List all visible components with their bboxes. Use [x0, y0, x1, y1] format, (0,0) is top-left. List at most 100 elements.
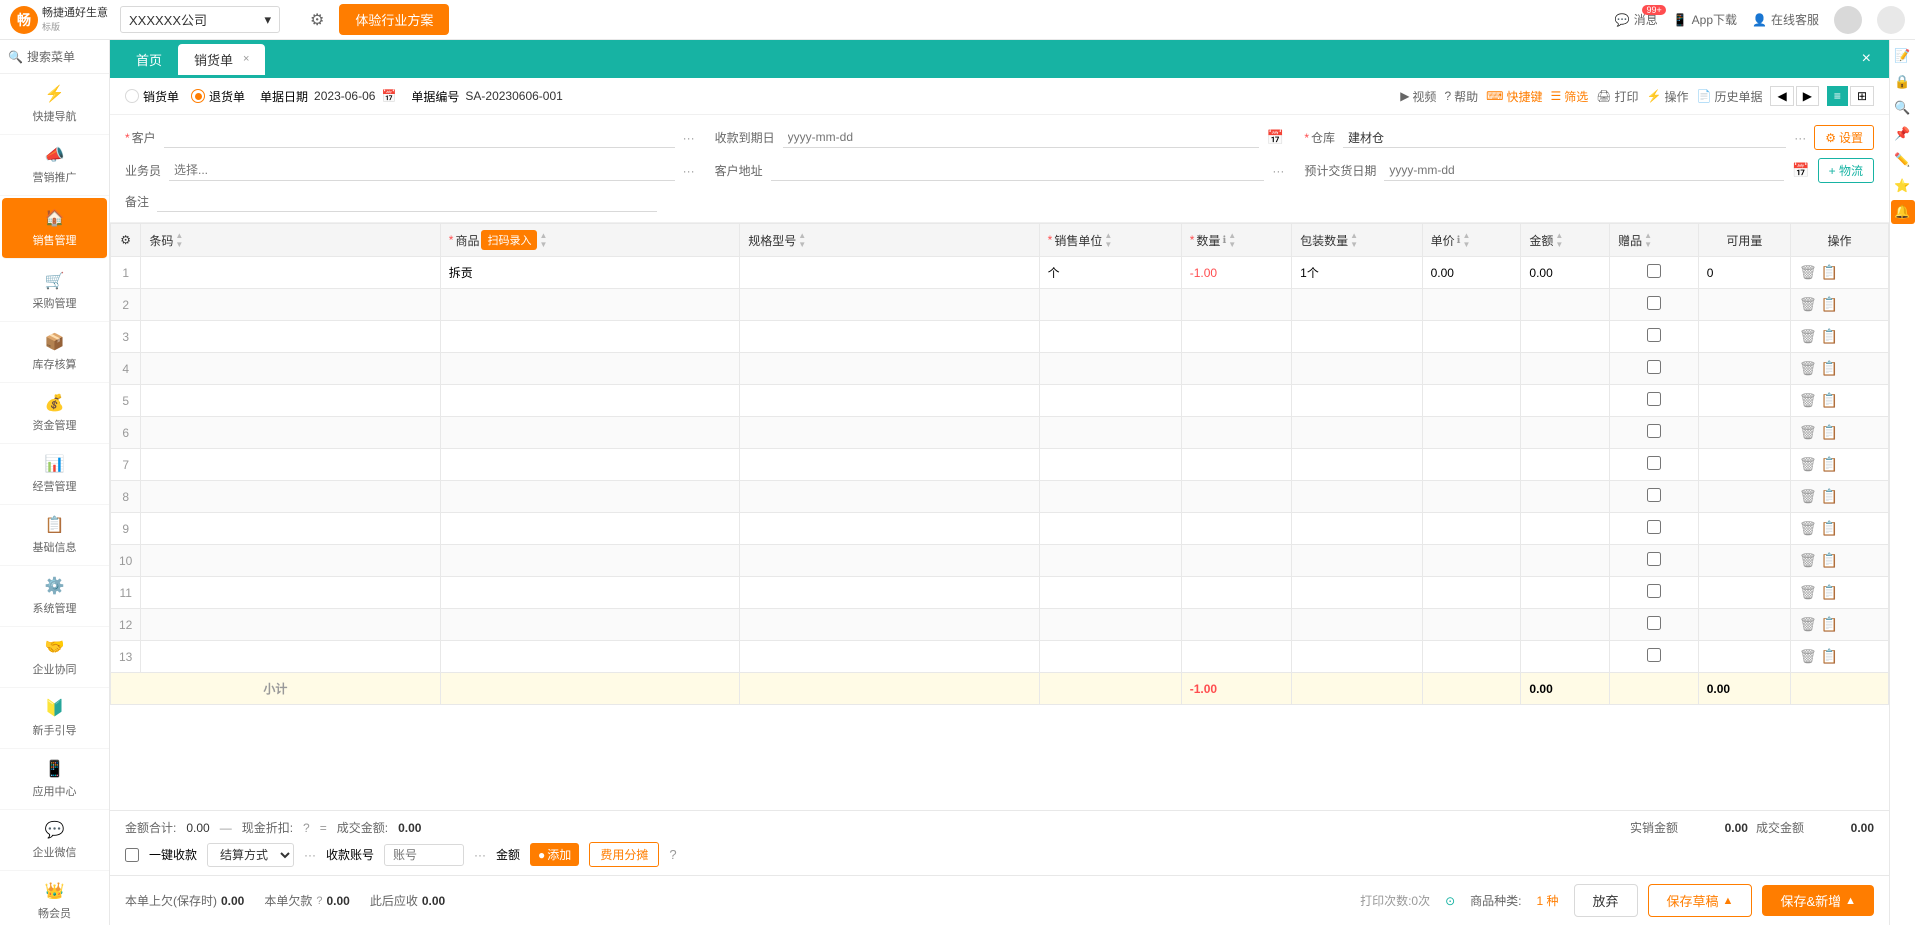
row-gift-8[interactable]	[1610, 481, 1699, 513]
row-price-7[interactable]	[1422, 449, 1521, 481]
product-input-4[interactable]	[449, 362, 731, 376]
messages-button[interactable]: 💬 消息 99+	[1615, 11, 1658, 28]
row-amount-2[interactable]	[1521, 289, 1610, 321]
sidebar-search[interactable]: 🔍 搜索菜单	[0, 40, 109, 74]
row-qty-9[interactable]	[1181, 513, 1291, 545]
sidebar-item-wechat[interactable]: 💬 企业微信	[0, 810, 109, 871]
spec-input-13[interactable]	[748, 650, 1030, 664]
row-barcode-6[interactable]	[141, 417, 440, 449]
row-amount-7[interactable]	[1521, 449, 1610, 481]
barcode-input-3[interactable]	[149, 330, 431, 344]
tab-close-icon[interactable]: ×	[243, 53, 249, 65]
account-dots[interactable]: ···	[474, 848, 486, 862]
shortcut-btn[interactable]: ⌨ 快捷键	[1486, 88, 1542, 105]
fenyong-btn[interactable]: 费用分摊	[589, 842, 659, 867]
right-tool-pin[interactable]: 📌	[1891, 122, 1915, 146]
user-avatar-2[interactable]	[1877, 6, 1905, 34]
copy-icon-4[interactable]: 📋	[1821, 360, 1838, 377]
barcode-input-7[interactable]	[149, 458, 431, 472]
row-pack-qty-13[interactable]	[1292, 641, 1422, 673]
sidebar-item-member[interactable]: 👑 畅会员	[0, 871, 109, 925]
row-pack-qty-5[interactable]	[1292, 385, 1422, 417]
row-gift-12[interactable]	[1610, 609, 1699, 641]
one-click-collect-checkbox[interactable]	[125, 848, 139, 862]
user-avatar[interactable]	[1834, 6, 1862, 34]
row-pack-qty-2[interactable]	[1292, 289, 1422, 321]
row-barcode-12[interactable]	[141, 609, 440, 641]
copy-icon-13[interactable]: 📋	[1821, 648, 1838, 665]
barcode-input-6[interactable]	[149, 426, 431, 440]
gift-checkbox-11[interactable]	[1647, 584, 1661, 598]
barcode-input-11[interactable]	[149, 586, 431, 600]
gift-checkbox-12[interactable]	[1647, 616, 1661, 630]
gift-checkbox-3[interactable]	[1647, 328, 1661, 342]
row-barcode-10[interactable]	[141, 545, 440, 577]
row-barcode-11[interactable]	[141, 577, 440, 609]
row-product-5[interactable]	[440, 385, 739, 417]
warehouse-input[interactable]	[1343, 127, 1786, 148]
row-unit-2[interactable]	[1039, 289, 1181, 321]
row-qty-8[interactable]	[1181, 481, 1291, 513]
row-pack-qty-7[interactable]	[1292, 449, 1422, 481]
barcode-input-10[interactable]	[149, 554, 431, 568]
row-spec-10[interactable]	[740, 545, 1039, 577]
customer-input[interactable]	[164, 127, 675, 148]
view-list-btn[interactable]: ≡	[1827, 86, 1848, 106]
row-product-7[interactable]	[440, 449, 739, 481]
barcode-input-4[interactable]	[149, 362, 431, 376]
right-tool-search[interactable]: 🔍	[1891, 96, 1915, 120]
row-product-2[interactable]	[440, 289, 739, 321]
trial-button[interactable]: 体验行业方案	[339, 4, 449, 35]
spec-input-9[interactable]	[748, 522, 1030, 536]
save-new-btn[interactable]: 保存&新增 ▲	[1762, 885, 1874, 916]
row-gift-2[interactable]	[1610, 289, 1699, 321]
help-btn[interactable]: ? 帮助	[1444, 88, 1478, 105]
product-input-2[interactable]	[449, 298, 731, 312]
delete-icon-13[interactable]: 🗑	[1799, 648, 1817, 665]
row-gift-7[interactable]	[1610, 449, 1699, 481]
product-input-10[interactable]	[449, 554, 731, 568]
delete-icon-1[interactable]: 🗑	[1799, 264, 1817, 281]
row-spec-2[interactable]	[740, 289, 1039, 321]
row-spec-4[interactable]	[740, 353, 1039, 385]
warehouse-dots[interactable]: ···	[1794, 131, 1806, 145]
view-grid-btn[interactable]: ⊞	[1850, 86, 1874, 106]
row-spec-11[interactable]	[740, 577, 1039, 609]
row-unit-5[interactable]	[1039, 385, 1181, 417]
tab-home[interactable]: 首页	[120, 44, 178, 75]
row-unit-8[interactable]	[1039, 481, 1181, 513]
row-pack-qty-12[interactable]	[1292, 609, 1422, 641]
row-qty-2[interactable]	[1181, 289, 1291, 321]
product-input-12[interactable]	[449, 618, 731, 632]
row-price-12[interactable]	[1422, 609, 1521, 641]
video-btn[interactable]: ▶ 视频	[1400, 88, 1436, 105]
add-button[interactable]: ● 添加	[530, 843, 579, 866]
barcode-input-13[interactable]	[149, 650, 431, 664]
gift-checkbox-4[interactable]	[1647, 360, 1661, 374]
row-price-8[interactable]	[1422, 481, 1521, 513]
row-qty-4[interactable]	[1181, 353, 1291, 385]
spec-input-4[interactable]	[748, 362, 1030, 376]
row-price-6[interactable]	[1422, 417, 1521, 449]
product-input-1[interactable]	[449, 265, 731, 279]
product-input-3[interactable]	[449, 330, 731, 344]
row-amount-3[interactable]	[1521, 321, 1610, 353]
row-amount-11[interactable]	[1521, 577, 1610, 609]
sidebar-item-sales[interactable]: 🏠 销售管理	[2, 198, 107, 259]
delivery-input[interactable]	[1384, 160, 1784, 181]
gift-checkbox-5[interactable]	[1647, 392, 1661, 406]
product-input-8[interactable]	[449, 490, 731, 504]
row-barcode-13[interactable]	[141, 641, 440, 673]
row-product-11[interactable]	[440, 577, 739, 609]
row-spec-13[interactable]	[740, 641, 1039, 673]
row-product-13[interactable]	[440, 641, 739, 673]
row-spec-1[interactable]	[740, 257, 1039, 289]
row-pack-qty-8[interactable]	[1292, 481, 1422, 513]
spec-input-6[interactable]	[748, 426, 1030, 440]
product-input-6[interactable]	[449, 426, 731, 440]
row-product-10[interactable]	[440, 545, 739, 577]
row-pack-qty-11[interactable]	[1292, 577, 1422, 609]
salesperson-dots[interactable]: ···	[683, 164, 695, 178]
delete-icon-2[interactable]: 🗑	[1799, 296, 1817, 313]
collection-calendar-icon[interactable]: 📅	[1267, 129, 1284, 146]
